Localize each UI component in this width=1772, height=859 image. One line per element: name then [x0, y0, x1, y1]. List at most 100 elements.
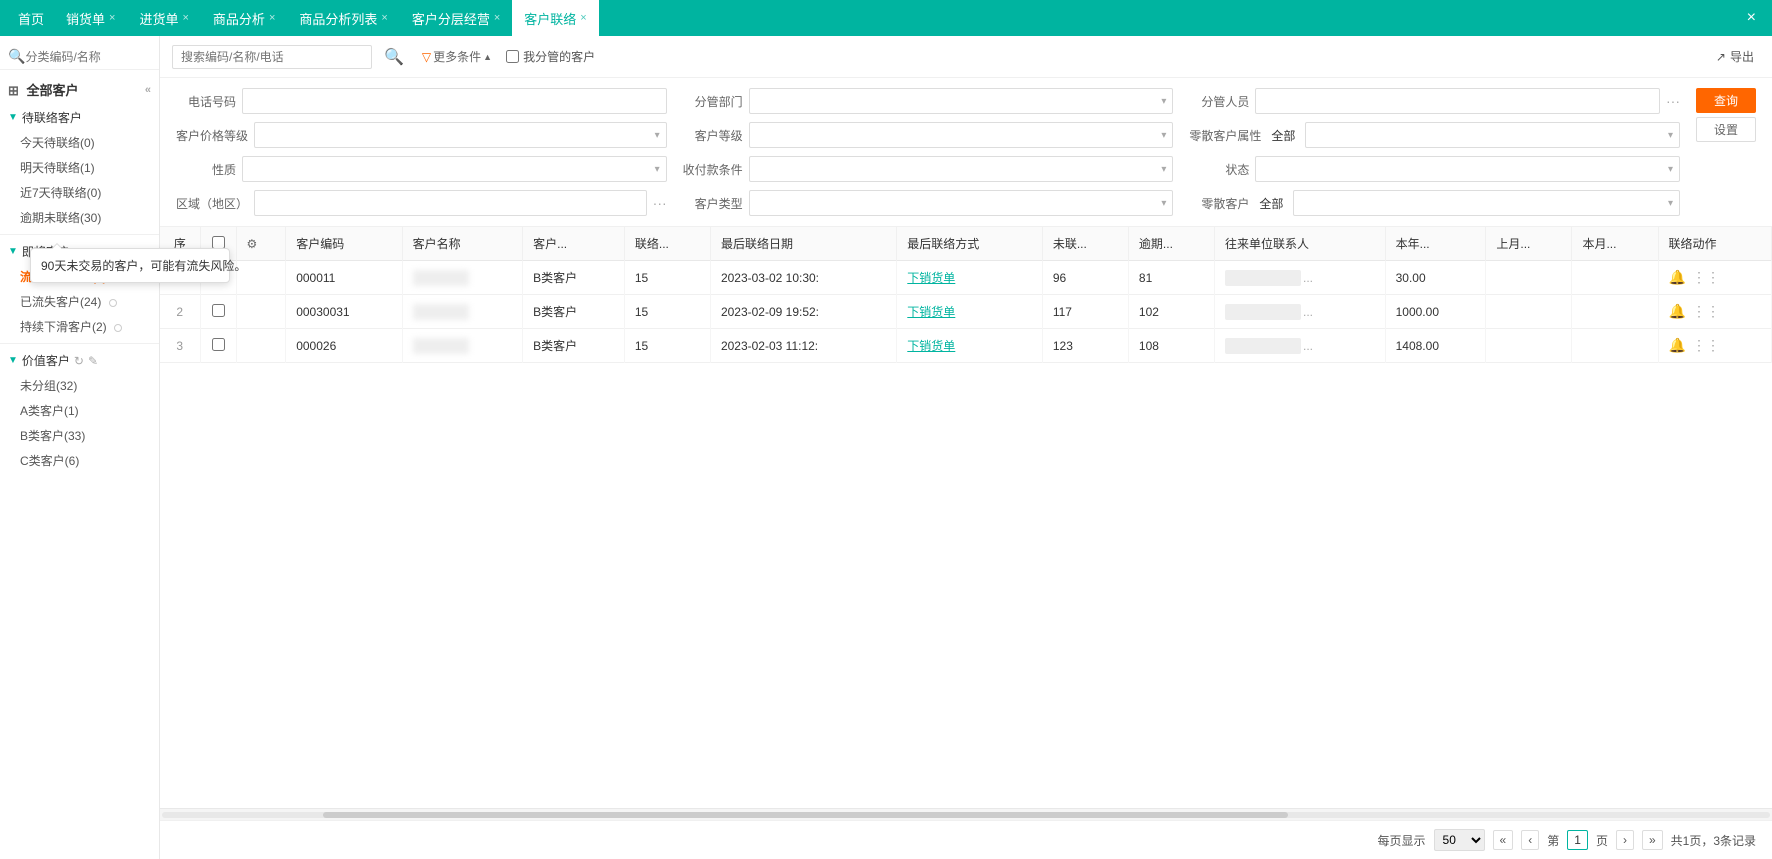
filter-label-phone: 电话号码: [176, 93, 236, 110]
th-this-month[interactable]: 本月...: [1572, 227, 1658, 261]
cell-last-contact-date: 2023-02-03 11:12:: [710, 329, 896, 363]
nav-tab-customer-contact[interactable]: 客户联络 ×: [512, 0, 598, 36]
th-last-contact-date[interactable]: 最后联络日期: [710, 227, 896, 261]
cell-actions: 🔔 ⋮⋮: [1658, 329, 1771, 363]
cell-last-contact-method: 下销货单: [897, 329, 1043, 363]
first-page-button[interactable]: «: [1493, 830, 1514, 850]
contact-icon[interactable]: 🔔: [1669, 303, 1686, 320]
nav-tab-product-analysis[interactable]: 商品分析 ×: [201, 0, 287, 36]
row-checkbox[interactable]: [212, 304, 225, 317]
th-type[interactable]: 客户...: [523, 227, 625, 261]
th-uncontacted[interactable]: 未联...: [1042, 227, 1128, 261]
th-last-month[interactable]: 上月...: [1486, 227, 1572, 261]
filter-select-payment[interactable]: ▾: [749, 156, 1174, 182]
filter-search-button[interactable]: 🔍: [380, 47, 408, 67]
nav-tab-customer-tier[interactable]: 客户分层经营 ×: [400, 0, 512, 36]
scrollbar-thumb[interactable]: [323, 812, 1288, 818]
sidebar-item-week[interactable]: 近7天待联络(0): [0, 180, 159, 205]
current-page: 1: [1567, 830, 1588, 850]
cell-unit-contact: 联系人...: [1215, 329, 1386, 363]
refresh-icon[interactable]: ↻: [74, 354, 84, 368]
close-product-analysis-icon[interactable]: ×: [269, 12, 275, 24]
filter-select-casual-attr[interactable]: ▾: [1305, 122, 1680, 148]
sidebar-item-lost[interactable]: 已流失客户(24): [0, 289, 159, 314]
filter-input-region[interactable]: [254, 190, 647, 216]
sidebar-item-declining[interactable]: 持续下滑客户(2): [0, 314, 159, 339]
th-last-contact-method[interactable]: 最后联络方式: [897, 227, 1043, 261]
export-icon: ↗: [1716, 50, 1726, 64]
filter-select-price-tier[interactable]: ▾: [254, 122, 667, 148]
filter-field-customer-tier: 客户等级 ▾: [683, 122, 1174, 148]
close-purchase-icon[interactable]: ×: [182, 12, 188, 24]
nav-tab-purchase[interactable]: 进货单 ×: [127, 0, 200, 36]
filter-label-price-tier: 客户价格等级: [176, 127, 248, 144]
last-page-button[interactable]: »: [1642, 830, 1663, 850]
filter-field-price-tier: 客户价格等级 ▾: [176, 122, 667, 148]
sidebar-all-customers[interactable]: ⊞ 全部客户 «: [0, 74, 159, 105]
export-button[interactable]: ↗ 导出: [1710, 44, 1760, 69]
region-dots-icon[interactable]: ···: [653, 195, 667, 211]
sidebar-item-today[interactable]: 今天待联络(0): [0, 130, 159, 155]
th-unit-contact[interactable]: 往来单位联系人: [1215, 227, 1386, 261]
sidebar-search-input[interactable]: [25, 50, 151, 64]
filter-select-customer-type[interactable]: ▾: [749, 190, 1174, 216]
sidebar-group-pending-contact[interactable]: ▼ 待联络客户: [0, 105, 159, 130]
more-actions-icon[interactable]: ⋮⋮: [1692, 337, 1720, 354]
filter-field-casual: 零散客户 全部 ▾: [1189, 190, 1680, 216]
sidebar-item-class-b[interactable]: B类客户(33): [0, 423, 159, 448]
more-actions-icon[interactable]: ⋮⋮: [1692, 269, 1720, 286]
sidebar-item-tomorrow[interactable]: 明天待联络(1): [0, 155, 159, 180]
query-button[interactable]: 查询: [1696, 88, 1756, 113]
settings-button[interactable]: 设置: [1696, 117, 1756, 142]
nav-tab-sales[interactable]: 销货单 ×: [54, 0, 127, 36]
th-overdue[interactable]: 逾期...: [1128, 227, 1214, 261]
nav-home[interactable]: 首页: [8, 9, 54, 28]
filter-select-dept[interactable]: ▾: [749, 88, 1174, 114]
sidebar-item-class-c[interactable]: C类客户(6): [0, 448, 159, 473]
horizontal-scrollbar[interactable]: [160, 808, 1772, 820]
th-this-year[interactable]: 本年...: [1385, 227, 1486, 261]
filter-select-nature[interactable]: ▾: [242, 156, 667, 182]
dropdown-arrow-icon-5: ▾: [655, 164, 660, 175]
row-checkbox[interactable]: [212, 338, 225, 351]
select-all-checkbox[interactable]: [212, 236, 225, 249]
filter-search-input[interactable]: [172, 45, 372, 69]
prev-page-button[interactable]: ‹: [1521, 830, 1539, 850]
column-settings-icon[interactable]: ⚙: [247, 237, 258, 251]
filter-select-casual[interactable]: ▾: [1293, 190, 1680, 216]
cell-actions: 🔔 ⋮⋮: [1658, 295, 1771, 329]
sidebar-item-class-a[interactable]: A类客户(1): [0, 398, 159, 423]
more-conditions-button[interactable]: ▽ 更多条件 ▲: [416, 44, 498, 69]
contact-icon[interactable]: 🔔: [1669, 269, 1686, 286]
th-name[interactable]: 客户名称: [402, 227, 523, 261]
sidebar-group-value[interactable]: ▼ 价值客户 ↻ ✎: [0, 348, 159, 373]
filter-select-customer-tier[interactable]: ▾: [749, 122, 1174, 148]
close-product-list-icon[interactable]: ×: [381, 12, 387, 24]
close-sales-icon[interactable]: ×: [109, 12, 115, 24]
th-code[interactable]: 客户编码: [286, 227, 402, 261]
cell-uncontacted: 117: [1042, 295, 1128, 329]
filter-label-nature: 性质: [176, 161, 236, 178]
cell-this-year: 1408.00: [1385, 329, 1486, 363]
filter-input-phone[interactable]: [242, 88, 667, 114]
close-customer-contact-icon[interactable]: ×: [580, 12, 586, 24]
sidebar-item-unsorted[interactable]: 未分组(32): [0, 373, 159, 398]
nav-tab-product-list[interactable]: 商品分析列表 ×: [287, 0, 399, 36]
close-all-button[interactable]: ×: [1739, 5, 1764, 31]
filter-select-status[interactable]: ▾: [1255, 156, 1680, 182]
close-customer-tier-icon[interactable]: ×: [494, 12, 500, 24]
contact-icon[interactable]: 🔔: [1669, 337, 1686, 354]
filter-input-manager[interactable]: [1255, 88, 1660, 114]
top-nav: 首页 销货单 × 进货单 × 商品分析 × 商品分析列表 × 客户分层经营 × …: [0, 0, 1772, 36]
next-page-button[interactable]: ›: [1616, 830, 1634, 850]
more-actions-icon[interactable]: ⋮⋮: [1692, 303, 1720, 320]
page-label: 第: [1547, 832, 1559, 849]
per-page-select[interactable]: 50 20 100: [1434, 829, 1485, 851]
cell-last-contact-date: 2023-03-02 10:30:: [710, 261, 896, 295]
edit-icon[interactable]: ✎: [88, 354, 98, 368]
th-contact[interactable]: 联络...: [624, 227, 710, 261]
my-customers-checkbox[interactable]: [506, 50, 519, 63]
manager-dots-icon[interactable]: ···: [1666, 93, 1680, 109]
cell-this-year: 1000.00: [1385, 295, 1486, 329]
sidebar-item-overdue[interactable]: 逾期未联络(30): [0, 205, 159, 230]
